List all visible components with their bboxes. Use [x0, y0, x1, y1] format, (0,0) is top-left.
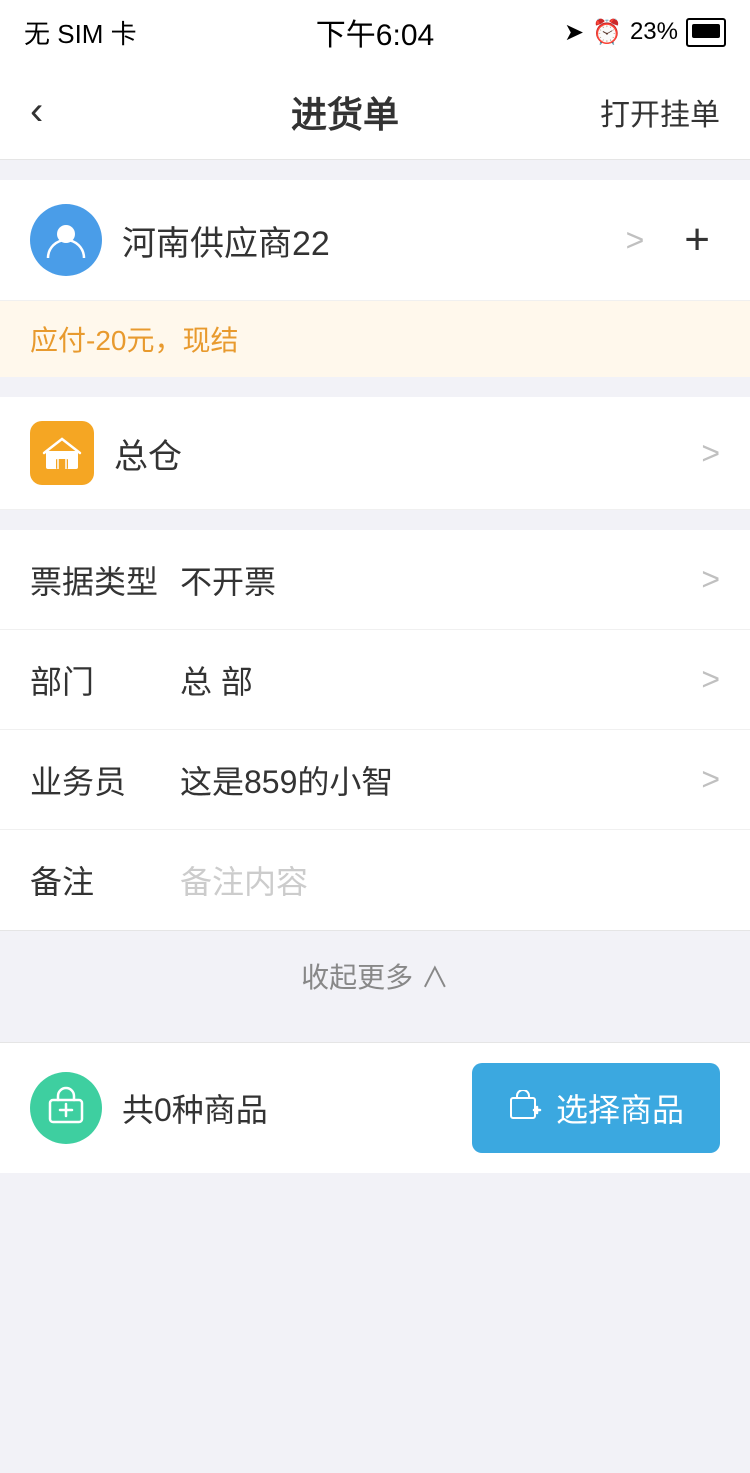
- select-product-icon: [508, 1090, 544, 1126]
- carrier-text: 无 SIM 卡: [24, 14, 137, 51]
- product-icon: [30, 1072, 102, 1144]
- department-chevron: >: [701, 661, 720, 698]
- invoice-type-row[interactable]: 票据类型 不开票 >: [0, 530, 750, 630]
- form-section: 票据类型 不开票 > 部门 总 部 > 业务员 这是859的小智 > 备注 备注…: [0, 530, 750, 930]
- section-gap-1: [0, 160, 750, 180]
- invoice-type-value: 不开票: [170, 557, 691, 603]
- notice-bar: 应付-20元，现结: [0, 301, 750, 377]
- warehouse-name: 总仓: [114, 429, 701, 478]
- product-count: 共0种商品: [122, 1085, 472, 1131]
- status-bar-time: 下午6:04: [316, 10, 434, 54]
- supplier-avatar: [30, 204, 102, 276]
- status-bar: 无 SIM 卡 下午6:04 ➤ ⏰ 23%: [0, 0, 750, 64]
- warehouse-row[interactable]: 总仓 >: [0, 397, 750, 510]
- section-gap-2: [0, 377, 750, 397]
- warehouse-icon: [30, 421, 94, 485]
- invoice-type-chevron: >: [701, 561, 720, 598]
- salesperson-label: 业务员: [30, 757, 170, 803]
- section-gap-3: [0, 510, 750, 530]
- location-icon: ➤: [564, 18, 584, 47]
- select-product-button[interactable]: 选择商品: [472, 1063, 720, 1153]
- nav-bar: ‹ 进货单 打开挂单: [0, 64, 750, 160]
- remark-placeholder: 备注内容: [170, 857, 720, 903]
- salesperson-chevron: >: [701, 761, 720, 798]
- add-supplier-button[interactable]: +: [674, 215, 720, 265]
- salesperson-value: 这是859的小智: [170, 757, 691, 803]
- supplier-name: 河南供应商22: [122, 216, 626, 265]
- back-button[interactable]: ‹: [30, 89, 90, 134]
- page-background: [0, 1173, 750, 1473]
- remark-row[interactable]: 备注 备注内容: [0, 830, 750, 930]
- status-bar-left: 无 SIM 卡: [24, 14, 147, 51]
- alarm-icon: ⏰: [592, 18, 622, 47]
- section-gap-4: [0, 1020, 750, 1040]
- open-pending-button[interactable]: 打开挂单: [600, 90, 720, 134]
- battery-text: 23%: [630, 18, 678, 46]
- collapse-bar[interactable]: 收起更多 ∧: [0, 930, 750, 1020]
- supplier-card: 河南供应商22 > + 应付-20元，现结: [0, 180, 750, 377]
- notice-text: 应付-20元，现结: [30, 325, 238, 356]
- invoice-type-label: 票据类型: [30, 557, 170, 603]
- supplier-row[interactable]: 河南供应商22 > +: [0, 180, 750, 301]
- remark-label: 备注: [30, 857, 170, 903]
- supplier-chevron-icon: >: [626, 222, 645, 259]
- department-value: 总 部: [170, 657, 691, 703]
- salesperson-row[interactable]: 业务员 这是859的小智 >: [0, 730, 750, 830]
- warehouse-chevron-icon: >: [701, 435, 720, 472]
- product-bar: 共0种商品 选择商品: [0, 1042, 750, 1173]
- supplier-row-right: > +: [626, 215, 720, 265]
- battery-icon: [686, 18, 726, 47]
- select-product-label: 选择商品: [556, 1085, 684, 1131]
- department-row[interactable]: 部门 总 部 >: [0, 630, 750, 730]
- warehouse-card: 总仓 >: [0, 397, 750, 510]
- status-bar-right: ➤ ⏰ 23%: [564, 18, 726, 47]
- collapse-label: 收起更多 ∧: [301, 956, 449, 996]
- department-label: 部门: [30, 657, 170, 703]
- nav-title: 进货单: [291, 86, 399, 138]
